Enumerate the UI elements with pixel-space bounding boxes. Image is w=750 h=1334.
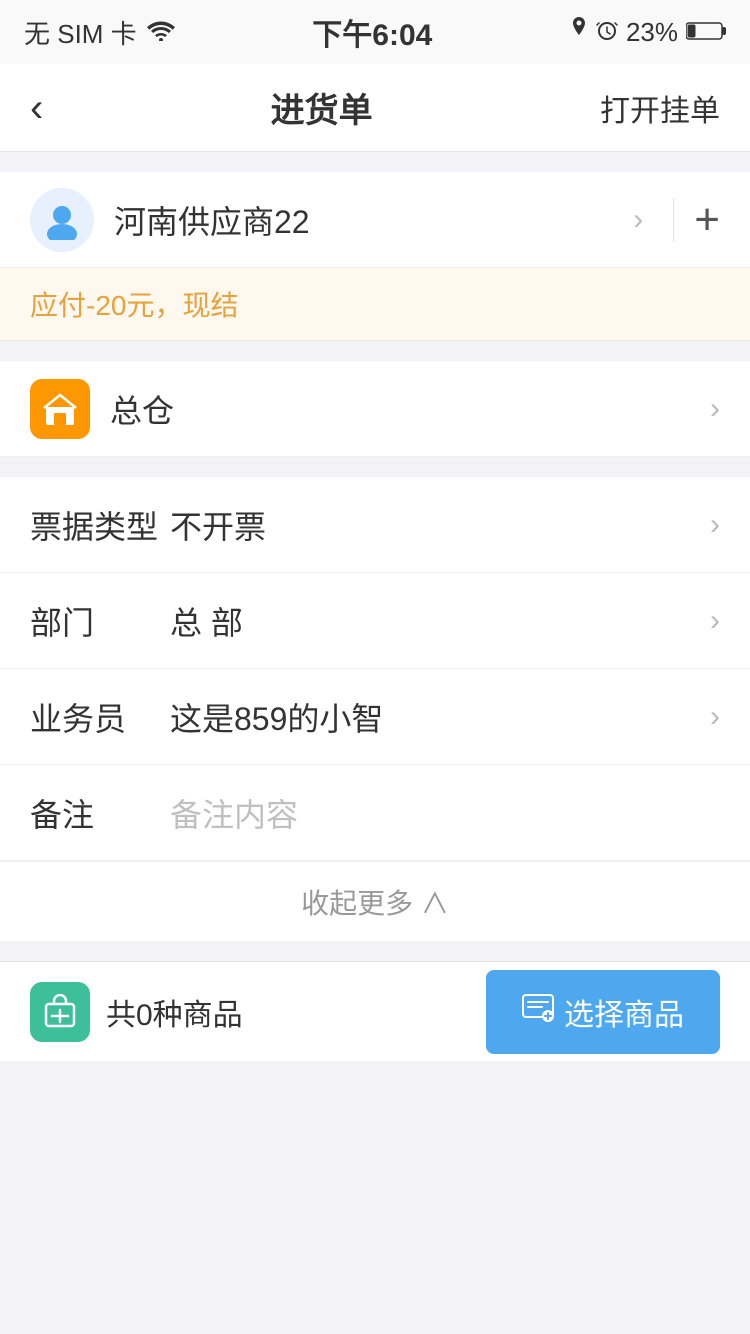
warehouse-icon-bg: [30, 379, 90, 439]
product-icon-bg: [30, 982, 90, 1042]
department-chevron-icon: ›: [710, 604, 720, 638]
supplier-name: 河南供应商22: [114, 197, 633, 243]
salesperson-value: 这是859的小智: [170, 694, 710, 740]
add-supplier-button[interactable]: +: [673, 198, 720, 242]
warehouse-section: 总仓 ›: [0, 361, 750, 457]
invoice-row[interactable]: 票据类型 不开票 ›: [0, 477, 750, 573]
product-count: 共0种商品: [106, 990, 486, 1034]
back-button[interactable]: ‹: [30, 88, 43, 128]
salesperson-row[interactable]: 业务员 这是859的小智 ›: [0, 669, 750, 765]
notice-bar: 应付-20元，现结: [0, 268, 750, 341]
alarm-icon: [596, 17, 618, 48]
invoice-chevron-icon: ›: [710, 508, 720, 542]
notice-text: 应付-20元，现结: [30, 290, 238, 321]
sim-label: 无 SIM 卡: [24, 14, 137, 51]
select-product-button[interactable]: 选择商品: [486, 970, 720, 1054]
warehouse-chevron-icon: ›: [710, 392, 720, 426]
warehouse-name: 总仓: [110, 386, 710, 432]
status-time: 下午6:04: [312, 10, 432, 54]
battery-icon: [686, 17, 726, 48]
section-divider-1: [0, 152, 750, 172]
salesperson-chevron-icon: ›: [710, 700, 720, 734]
remark-placeholder: 备注内容: [170, 790, 720, 836]
salesperson-label: 业务员: [30, 694, 170, 740]
supplier-avatar: [30, 188, 94, 252]
wifi-icon: [147, 17, 175, 48]
supplier-chevron-icon: ›: [633, 203, 643, 237]
supplier-section: 河南供应商22 › + 应付-20元，现结: [0, 172, 750, 341]
bottom-bar: 共0种商品 选择商品: [0, 961, 750, 1061]
department-value: 总 部: [170, 598, 710, 644]
collapse-row[interactable]: 收起更多 ∧: [0, 861, 750, 941]
status-right: 23%: [570, 17, 726, 48]
select-product-label: 选择商品: [564, 990, 684, 1034]
remark-row[interactable]: 备注 备注内容: [0, 765, 750, 861]
page-title: 进货单: [271, 83, 373, 132]
status-left: 无 SIM 卡: [24, 14, 175, 51]
invoice-label: 票据类型: [30, 502, 170, 548]
remark-label: 备注: [30, 790, 170, 836]
form-section: 票据类型 不开票 › 部门 总 部 › 业务员 这是859的小智 › 备注 备注…: [0, 477, 750, 941]
warehouse-row[interactable]: 总仓 ›: [0, 361, 750, 457]
location-icon: [570, 17, 588, 48]
nav-bar: ‹ 进货单 打开挂单: [0, 64, 750, 152]
select-product-icon: [522, 994, 554, 1029]
collapse-label: 收起更多 ∧: [301, 882, 449, 922]
department-label: 部门: [30, 598, 170, 644]
battery-level: 23%: [626, 17, 678, 48]
invoice-value: 不开票: [170, 502, 710, 548]
section-divider-3: [0, 457, 750, 477]
open-pending-button[interactable]: 打开挂单: [600, 86, 720, 130]
status-bar: 无 SIM 卡 下午6:04 23%: [0, 0, 750, 64]
section-divider-2: [0, 341, 750, 361]
supplier-row[interactable]: 河南供应商22 › +: [0, 172, 750, 268]
department-row[interactable]: 部门 总 部 ›: [0, 573, 750, 669]
